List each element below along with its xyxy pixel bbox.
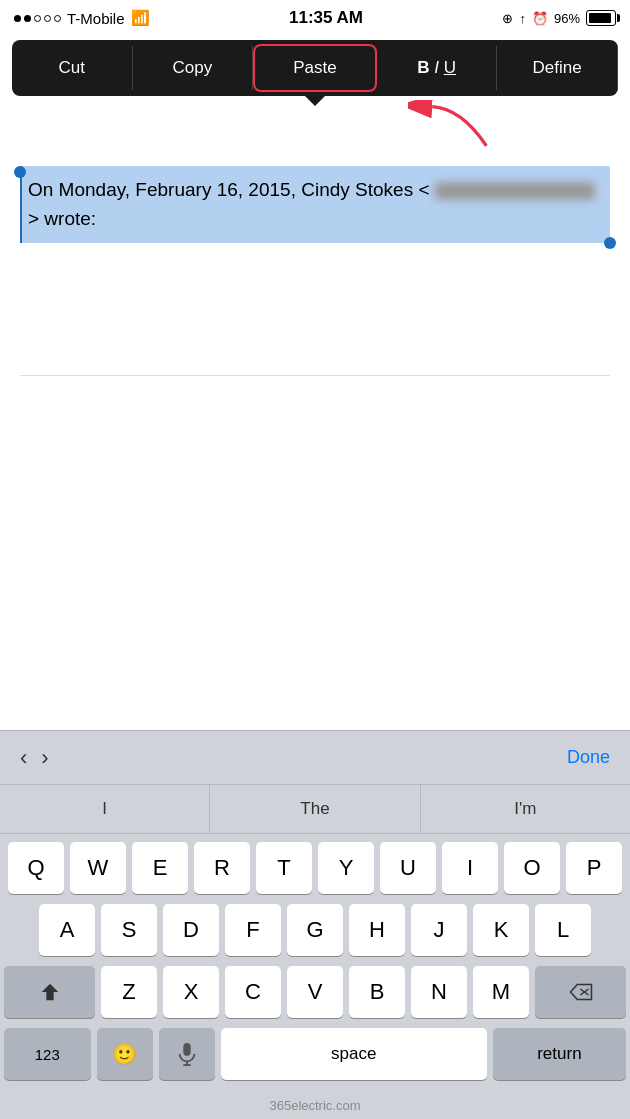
mic-key[interactable]: [159, 1028, 215, 1080]
key-v[interactable]: V: [287, 966, 343, 1018]
key-z[interactable]: Z: [101, 966, 157, 1018]
keyboard-toolbar: ‹ › Done: [0, 730, 630, 784]
key-n[interactable]: N: [411, 966, 467, 1018]
space-key[interactable]: space: [221, 1028, 487, 1080]
i-label: I: [434, 58, 439, 77]
battery-percent: 96%: [554, 11, 580, 26]
signal-dots: [14, 15, 61, 22]
predict-item-2[interactable]: The: [210, 785, 420, 833]
key-k[interactable]: K: [473, 904, 529, 956]
key-x[interactable]: X: [163, 966, 219, 1018]
next-button[interactable]: ›: [41, 745, 48, 771]
location-icon: ⊕: [502, 11, 513, 26]
key-q[interactable]: Q: [8, 842, 64, 894]
key-row-2: A S D F G H J K L: [4, 904, 626, 956]
red-arrow-icon: [408, 100, 498, 150]
predict-item-3[interactable]: I'm: [421, 785, 630, 833]
status-bar: T-Mobile 📶 11:35 AM ⊕ ↑ ⏰ 96%: [0, 0, 630, 36]
cut-button[interactable]: Cut: [12, 46, 133, 90]
status-left: T-Mobile 📶: [14, 9, 150, 27]
key-row-1: Q W E R T Y U I O P: [4, 842, 626, 894]
key-a[interactable]: A: [39, 904, 95, 956]
b-label: B: [417, 58, 429, 77]
key-d[interactable]: D: [163, 904, 219, 956]
watermark: 365electric.com: [0, 1094, 630, 1119]
done-button[interactable]: Done: [567, 747, 610, 768]
selected-text: On Monday, February 16, 2015, Cindy Stok…: [28, 179, 430, 200]
arrow-icon: ↑: [519, 11, 526, 26]
carrier-label: T-Mobile: [67, 10, 125, 27]
status-right: ⊕ ↑ ⏰ 96%: [502, 10, 616, 26]
key-u[interactable]: U: [380, 842, 436, 894]
backspace-icon: [569, 983, 593, 1001]
shift-key[interactable]: [4, 966, 95, 1018]
svg-rect-3: [183, 1043, 190, 1056]
shift-icon: [39, 981, 61, 1003]
dot1: [14, 15, 21, 22]
key-m[interactable]: M: [473, 966, 529, 1018]
key-t[interactable]: T: [256, 842, 312, 894]
key-w[interactable]: W: [70, 842, 126, 894]
key-y[interactable]: Y: [318, 842, 374, 894]
prev-button[interactable]: ‹: [20, 745, 27, 771]
key-row-3: Z X C V B N M: [4, 966, 626, 1018]
key-l[interactable]: L: [535, 904, 591, 956]
dot3: [34, 15, 41, 22]
dot5: [54, 15, 61, 22]
key-j[interactable]: J: [411, 904, 467, 956]
alarm-icon: ⏰: [532, 11, 548, 26]
backspace-key[interactable]: [535, 966, 626, 1018]
define-button[interactable]: Define: [497, 46, 618, 90]
selected-text-suffix: > wrote:: [28, 208, 96, 229]
key-p[interactable]: P: [566, 842, 622, 894]
emoji-key[interactable]: 🙂: [97, 1028, 153, 1080]
selection-handle-right[interactable]: [604, 237, 616, 249]
key-b[interactable]: B: [349, 966, 405, 1018]
u-label: U: [444, 58, 456, 77]
return-key[interactable]: return: [493, 1028, 626, 1080]
battery-icon: [586, 10, 616, 26]
status-time: 11:35 AM: [289, 8, 363, 28]
key-f[interactable]: F: [225, 904, 281, 956]
text-selection: On Monday, February 16, 2015, Cindy Stok…: [20, 166, 610, 243]
nav-buttons: ‹ ›: [20, 745, 49, 771]
context-menu: Cut Copy Paste B I U Define: [12, 40, 618, 96]
dot2: [24, 15, 31, 22]
wifi-icon: 📶: [131, 9, 150, 27]
mic-icon: [178, 1042, 196, 1066]
key-r[interactable]: R: [194, 842, 250, 894]
predictive-bar: I The I'm: [0, 784, 630, 834]
key-h[interactable]: H: [349, 904, 405, 956]
key-row-bottom: 123 🙂 space return: [4, 1028, 626, 1080]
predict-item-1[interactable]: I: [0, 785, 210, 833]
keyboard-container: ‹ › Done I The I'm Q W E R T Y U I O P A…: [0, 730, 630, 1119]
key-o[interactable]: O: [504, 842, 560, 894]
paste-button[interactable]: Paste: [253, 44, 377, 92]
key-g[interactable]: G: [287, 904, 343, 956]
text-area: On Monday, February 16, 2015, Cindy Stok…: [20, 156, 610, 376]
numbers-key[interactable]: 123: [4, 1028, 91, 1080]
key-c[interactable]: C: [225, 966, 281, 1018]
copy-button[interactable]: Copy: [133, 46, 254, 90]
red-arrow-container: [12, 96, 618, 156]
keyboard: Q W E R T Y U I O P A S D F G H J K L: [0, 834, 630, 1094]
key-s[interactable]: S: [101, 904, 157, 956]
blurred-email: [435, 182, 595, 200]
selection-handle-left[interactable]: [14, 166, 26, 178]
key-e[interactable]: E: [132, 842, 188, 894]
dot4: [44, 15, 51, 22]
key-i[interactable]: I: [442, 842, 498, 894]
battery-fill: [589, 13, 611, 23]
biu-button[interactable]: B I U: [377, 46, 498, 90]
